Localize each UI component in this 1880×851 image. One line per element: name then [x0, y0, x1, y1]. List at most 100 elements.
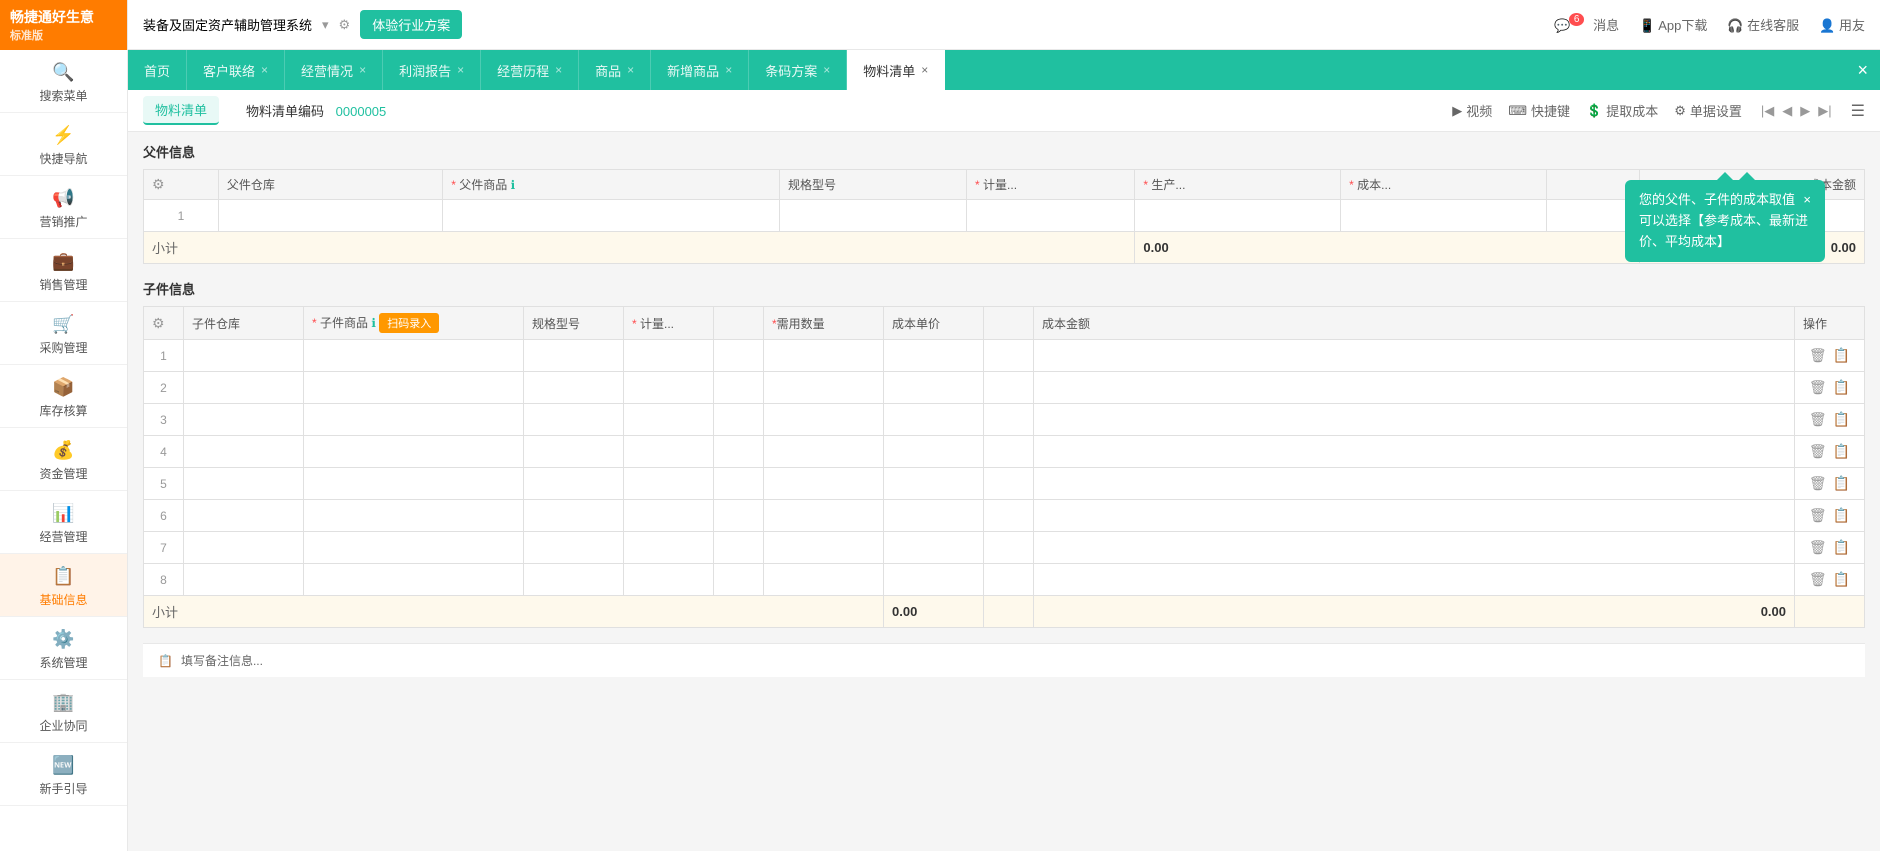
child-warehouse-cell[interactable]: [184, 564, 304, 596]
sidebar-item-sales[interactable]: 💼 销售管理: [0, 239, 127, 302]
col-settings-icon[interactable]: ⚙: [152, 176, 165, 192]
view-toggle-button[interactable]: ☰: [1851, 101, 1865, 121]
sidebar-item-purchase[interactable]: 🛒 采购管理: [0, 302, 127, 365]
copy-row-button[interactable]: 📋: [1833, 411, 1850, 428]
child-warehouse-cell[interactable]: [184, 532, 304, 564]
child-goods-cell[interactable]: [304, 404, 524, 436]
child-unit-cell[interactable]: [624, 404, 714, 436]
sidebar-item-search[interactable]: 🔍 搜索菜单: [0, 50, 127, 113]
next-record-button[interactable]: ▶: [1797, 103, 1813, 119]
child-unit-cell[interactable]: [624, 532, 714, 564]
child-spec-cell[interactable]: [524, 340, 624, 372]
child-amount-cell[interactable]: [1034, 564, 1795, 596]
child-quantity-cell[interactable]: [764, 340, 884, 372]
copy-row-button[interactable]: 📋: [1833, 347, 1850, 364]
delete-row-button[interactable]: 🗑: [1809, 475, 1827, 492]
child-warehouse-cell[interactable]: [184, 372, 304, 404]
tab-operations[interactable]: 经营情况 ×: [285, 50, 383, 90]
sidebar-item-marketing[interactable]: 📢 营销推广: [0, 176, 127, 239]
dropdown-arrow-icon[interactable]: ▾: [322, 17, 329, 33]
child-unit-cell[interactable]: [624, 436, 714, 468]
delete-row-button[interactable]: 🗑: [1809, 379, 1827, 396]
child-spec-cell[interactable]: [524, 404, 624, 436]
child-unit-cell[interactable]: [624, 564, 714, 596]
child-unit-cost-cell[interactable]: [884, 532, 984, 564]
copy-row-button[interactable]: 📋: [1833, 475, 1850, 492]
close-all-tabs-button[interactable]: ×: [1845, 60, 1880, 81]
child-warehouse-cell[interactable]: [184, 436, 304, 468]
trial-button[interactable]: 体验行业方案: [360, 10, 462, 39]
child-amount-cell[interactable]: [1034, 372, 1795, 404]
child-amount-cell[interactable]: [1034, 340, 1795, 372]
child-spec-cell[interactable]: [524, 436, 624, 468]
tab-close-icon[interactable]: ×: [823, 63, 830, 77]
sidebar-item-finance[interactable]: 💰 资金管理: [0, 428, 127, 491]
message-button[interactable]: 💬 6 消息: [1554, 15, 1619, 34]
child-goods-cell[interactable]: [304, 500, 524, 532]
child-unit-cost-cell[interactable]: [884, 404, 984, 436]
child-quantity-cell[interactable]: [764, 532, 884, 564]
tab-history[interactable]: 经营历程 ×: [481, 50, 579, 90]
copy-row-button[interactable]: 📋: [1833, 571, 1850, 588]
parent-unit-cell[interactable]: [967, 200, 1135, 232]
delete-row-button[interactable]: 🗑: [1809, 347, 1827, 364]
child-spec-cell[interactable]: [524, 532, 624, 564]
copy-row-button[interactable]: 📋: [1833, 539, 1850, 556]
tab-new-goods[interactable]: 新增商品 ×: [651, 50, 749, 90]
child-unit-cost-cell[interactable]: [884, 436, 984, 468]
child-amount-cell[interactable]: [1034, 468, 1795, 500]
child-warehouse-cell[interactable]: [184, 404, 304, 436]
child-spec-cell[interactable]: [524, 500, 624, 532]
scan-button[interactable]: 扫码录入: [379, 313, 439, 333]
sidebar-item-quick-nav[interactable]: ⚡ 快捷导航: [0, 113, 127, 176]
parent-production-cell[interactable]: [1135, 200, 1341, 232]
child-unit-cell[interactable]: [624, 340, 714, 372]
tab-close-icon[interactable]: ×: [921, 63, 928, 77]
child-spec-cell[interactable]: [524, 372, 624, 404]
delete-row-button[interactable]: 🗑: [1809, 411, 1827, 428]
child-unit-cell[interactable]: [624, 500, 714, 532]
copy-row-button[interactable]: 📋: [1833, 443, 1850, 460]
child-spec-cell[interactable]: [524, 564, 624, 596]
tab-close-icon[interactable]: ×: [627, 63, 634, 77]
copy-row-button[interactable]: 📋: [1833, 507, 1850, 524]
child-goods-cell[interactable]: [304, 436, 524, 468]
child-warehouse-cell[interactable]: [184, 500, 304, 532]
extract-cost-button[interactable]: 💲 提取成本: [1586, 101, 1658, 120]
toolbar-tab-code[interactable]: 物料清单编码 0000005: [234, 97, 398, 124]
toolbar-tab-bom[interactable]: 物料清单: [143, 96, 219, 125]
last-record-button[interactable]: ▶|: [1815, 103, 1834, 119]
child-col-settings-icon[interactable]: ⚙: [152, 315, 165, 331]
sidebar-item-guide[interactable]: 🆕 新手引导: [0, 743, 127, 806]
app-download-button[interactable]: 📱 App下载: [1639, 15, 1707, 34]
tab-close-icon[interactable]: ×: [457, 63, 464, 77]
online-service-button[interactable]: 🎧 在线客服: [1727, 15, 1799, 34]
child-warehouse-cell[interactable]: [184, 468, 304, 500]
child-amount-cell[interactable]: [1034, 532, 1795, 564]
child-quantity-cell[interactable]: [764, 564, 884, 596]
first-record-button[interactable]: |◀: [1758, 103, 1777, 119]
child-quantity-cell[interactable]: [764, 372, 884, 404]
sidebar-item-enterprise[interactable]: 🏢 企业协同: [0, 680, 127, 743]
tab-customer[interactable]: 客户联络 ×: [187, 50, 285, 90]
sidebar-item-system[interactable]: ⚙️ 系统管理: [0, 617, 127, 680]
child-goods-cell[interactable]: [304, 372, 524, 404]
delete-row-button[interactable]: 🗑: [1809, 443, 1827, 460]
tab-close-icon[interactable]: ×: [725, 63, 732, 77]
tab-home[interactable]: 首页: [128, 50, 187, 90]
delete-row-button[interactable]: 🗑: [1809, 539, 1827, 556]
sidebar-item-operations[interactable]: 📊 经营管理: [0, 491, 127, 554]
prev-record-button[interactable]: ◀: [1779, 103, 1795, 119]
child-unit-cost-cell[interactable]: [884, 564, 984, 596]
child-goods-cell[interactable]: [304, 340, 524, 372]
single-settings-button[interactable]: ⚙ 单据设置: [1674, 101, 1742, 120]
parent-warehouse-cell[interactable]: [218, 200, 442, 232]
child-amount-cell[interactable]: [1034, 404, 1795, 436]
tab-barcode[interactable]: 条码方案 ×: [749, 50, 847, 90]
parent-spec-cell[interactable]: [779, 200, 966, 232]
tooltip-close-button[interactable]: ×: [1803, 190, 1811, 211]
tab-close-icon[interactable]: ×: [261, 63, 268, 77]
video-button[interactable]: ▶ 视频: [1452, 101, 1492, 120]
tab-bom[interactable]: 物料清单 ×: [847, 50, 945, 90]
sidebar-item-basic-info[interactable]: 📋 基础信息: [0, 554, 127, 617]
